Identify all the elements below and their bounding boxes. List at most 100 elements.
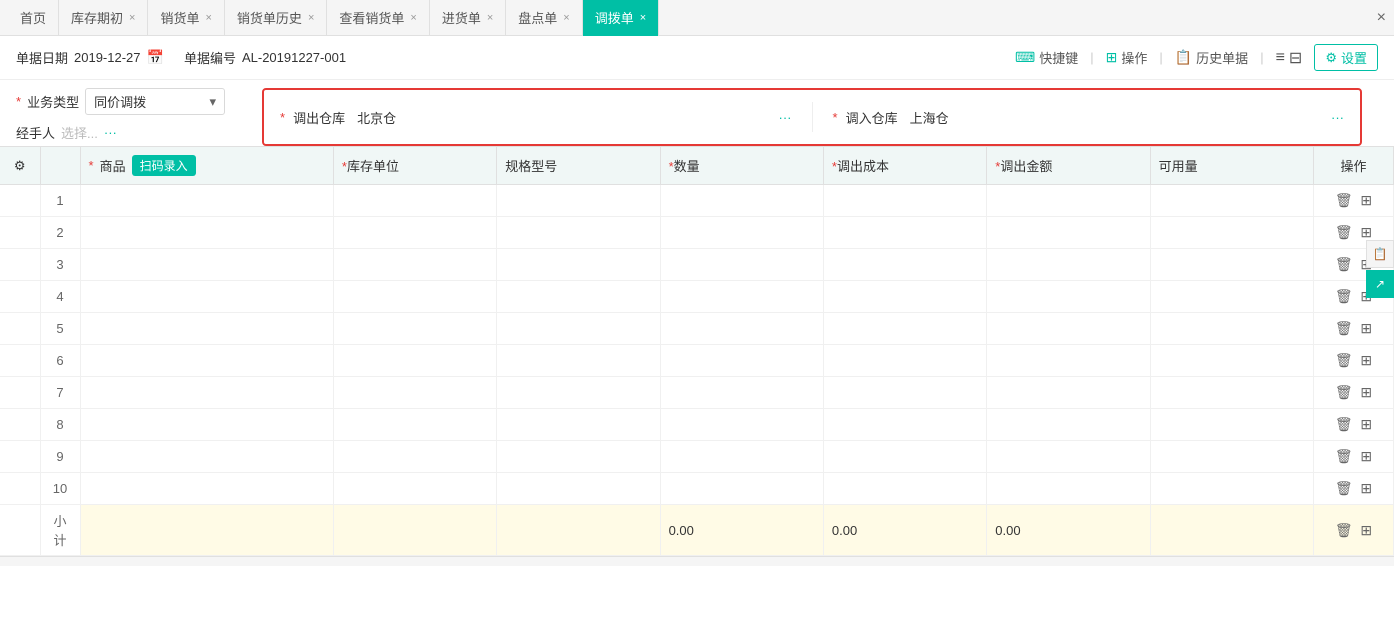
tab-sales-order[interactable]: 销货单 × (148, 0, 224, 36)
delete-icon[interactable]: 🗑 (1335, 288, 1353, 305)
row-product-cell[interactable] (80, 473, 333, 505)
row-amount-cell[interactable] (987, 313, 1150, 345)
row-cost-cell[interactable] (823, 249, 986, 281)
copy-row-icon[interactable]: ⊞ (1360, 192, 1372, 209)
table-row: 8 🗑 ⊞ (0, 409, 1394, 441)
row-product-cell[interactable] (80, 345, 333, 377)
delete-icon[interactable]: 🗑 (1335, 352, 1353, 369)
copy-row-icon[interactable]: ⊞ (1360, 224, 1372, 241)
row-product-cell[interactable] (80, 249, 333, 281)
row-spec-cell (497, 441, 660, 473)
subtotal-delete-icon[interactable]: 🗑 (1335, 522, 1353, 539)
subtotal-copy-icon[interactable]: ⊞ (1360, 522, 1372, 539)
biz-type-select[interactable]: 同价调拨 ▾ (85, 88, 225, 115)
note-toolbar-btn[interactable]: 📋 (1366, 240, 1394, 268)
export-toolbar-btn[interactable]: ↗ (1366, 270, 1394, 298)
copy-row-icon[interactable]: ⊞ (1360, 480, 1372, 497)
row-cost-cell[interactable] (823, 345, 986, 377)
row-qty-cell[interactable] (660, 441, 823, 473)
delete-icon[interactable]: 🗑 (1335, 224, 1353, 241)
close-window-button[interactable]: × (1377, 9, 1386, 27)
delete-icon[interactable]: 🗑 (1335, 320, 1353, 337)
scan-button[interactable]: 扫码录入 (132, 155, 196, 176)
manager-dots[interactable]: ··· (104, 125, 117, 140)
row-amount-cell[interactable] (987, 441, 1150, 473)
delete-icon[interactable]: 🗑 (1335, 416, 1353, 433)
row-cost-cell[interactable] (823, 473, 986, 505)
delete-icon[interactable]: 🗑 (1335, 384, 1353, 401)
row-qty-cell[interactable] (660, 473, 823, 505)
row-cost-cell[interactable] (823, 441, 986, 473)
scroll-bar[interactable] (0, 556, 1394, 566)
delete-icon[interactable]: 🗑 (1335, 448, 1353, 465)
row-qty-cell[interactable] (660, 281, 823, 313)
copy-row-icon[interactable]: ⊞ (1360, 416, 1372, 433)
row-product-cell[interactable] (80, 281, 333, 313)
row-cost-cell[interactable] (823, 409, 986, 441)
layout2-icon[interactable]: ⊟ (1289, 48, 1302, 68)
form-header: 单据日期 2019-12-27 📅 单据编号 AL-20191227-001 ⌨… (0, 36, 1394, 80)
close-stock-init[interactable]: × (129, 12, 135, 24)
row-amount-cell[interactable] (987, 217, 1150, 249)
row-qty-cell[interactable] (660, 217, 823, 249)
row-qty-cell[interactable] (660, 185, 823, 217)
calendar-icon[interactable]: 📅 (147, 49, 164, 66)
ops-action[interactable]: ⊞ 操作 (1106, 48, 1148, 67)
delete-icon[interactable]: 🗑 (1335, 256, 1353, 273)
tab-stock-init[interactable]: 库存期初 × (59, 0, 148, 36)
row-product-cell[interactable] (80, 377, 333, 409)
row-qty-cell[interactable] (660, 345, 823, 377)
tab-view-sales[interactable]: 查看销货单 × (327, 0, 429, 36)
history-action[interactable]: 📋 历史单据 (1175, 48, 1248, 67)
tab-sales-history[interactable]: 销货单历史 × (225, 0, 327, 36)
row-amount-cell[interactable] (987, 249, 1150, 281)
row-product-cell[interactable] (80, 217, 333, 249)
tab-transfer[interactable]: 调拨单 × (583, 0, 659, 36)
close-sales-order[interactable]: × (205, 12, 211, 24)
row-amount-cell[interactable] (987, 185, 1150, 217)
copy-row-icon[interactable]: ⊞ (1360, 320, 1372, 337)
row-cost-cell[interactable] (823, 281, 986, 313)
row-available-cell (1150, 185, 1313, 217)
row-qty-cell[interactable] (660, 377, 823, 409)
row-amount-cell[interactable] (987, 377, 1150, 409)
close-transfer[interactable]: × (640, 12, 646, 24)
row-cost-cell[interactable] (823, 217, 986, 249)
row-qty-cell[interactable] (660, 249, 823, 281)
copy-row-icon[interactable]: ⊞ (1360, 352, 1372, 369)
tab-inventory[interactable]: 盘点单 × (506, 0, 582, 36)
row-cost-cell[interactable] (823, 185, 986, 217)
delete-icon[interactable]: 🗑 (1335, 480, 1353, 497)
copy-row-icon[interactable]: ⊞ (1360, 384, 1372, 401)
row-product-cell[interactable] (80, 313, 333, 345)
settings-button[interactable]: ⚙ 设置 (1314, 44, 1378, 71)
row-amount-cell[interactable] (987, 473, 1150, 505)
row-qty-cell[interactable] (660, 313, 823, 345)
row-cost-cell[interactable] (823, 377, 986, 409)
row-product-cell[interactable] (80, 441, 333, 473)
manager-select[interactable]: 选择... (61, 123, 98, 142)
col-gear[interactable]: ⚙ (0, 147, 40, 185)
col-qty: *数量 (660, 147, 823, 185)
row-amount-cell[interactable] (987, 409, 1150, 441)
row-product-cell[interactable] (80, 409, 333, 441)
tab-purchase[interactable]: 进货单 × (430, 0, 506, 36)
delete-icon[interactable]: 🗑 (1335, 192, 1353, 209)
close-purchase[interactable]: × (487, 12, 493, 24)
shortcut-action[interactable]: ⌨ 快捷键 (1015, 48, 1078, 67)
close-view-sales[interactable]: × (410, 12, 416, 24)
row-product-cell[interactable] (80, 185, 333, 217)
row-qty-cell[interactable] (660, 409, 823, 441)
row-amount-cell[interactable] (987, 281, 1150, 313)
warehouse-in-dots[interactable]: ··· (1331, 110, 1344, 125)
close-inventory[interactable]: × (563, 12, 569, 24)
row-ops-cell: 🗑 ⊞ (1314, 441, 1394, 473)
tab-home[interactable]: 首页 (8, 0, 59, 36)
warehouse-out-dots[interactable]: ··· (779, 110, 792, 125)
date-label: 单据日期 (16, 48, 68, 67)
copy-row-icon[interactable]: ⊞ (1360, 448, 1372, 465)
close-sales-history[interactable]: × (308, 12, 314, 24)
row-cost-cell[interactable] (823, 313, 986, 345)
layout1-icon[interactable]: ≡ (1276, 49, 1285, 67)
row-amount-cell[interactable] (987, 345, 1150, 377)
